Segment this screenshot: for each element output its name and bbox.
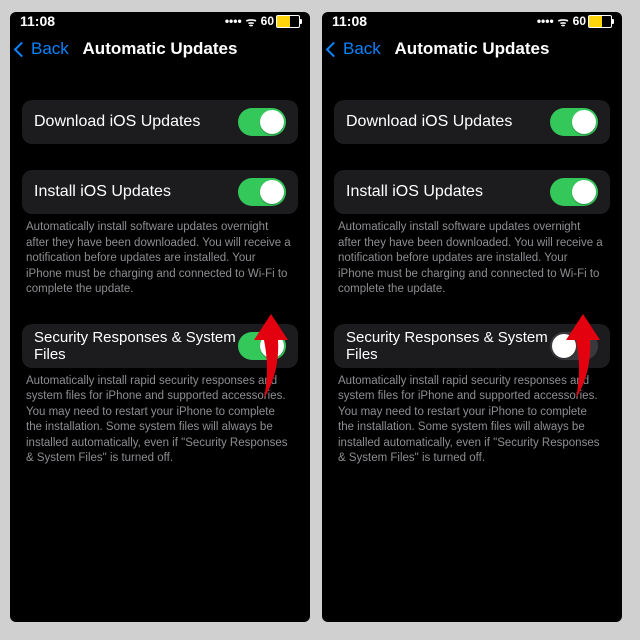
nav-bar: Back Automatic Updates	[322, 30, 622, 68]
nav-bar: Back Automatic Updates	[10, 30, 310, 68]
back-label: Back	[31, 39, 69, 59]
row-install-ios-updates[interactable]: Install iOS Updates	[334, 170, 610, 214]
status-time: 11:08	[332, 13, 367, 29]
toggle-download-ios-updates[interactable]	[238, 108, 286, 136]
screenshot-left: 11:08 •••• ᯤ 60 Back Automatic Updates D…	[10, 12, 310, 622]
install-description: Automatically install software updates o…	[22, 214, 298, 298]
battery-indicator: 60	[261, 14, 300, 28]
row-download-ios-updates[interactable]: Download iOS Updates	[22, 100, 298, 144]
security-description: Automatically install rapid security res…	[22, 368, 298, 467]
battery-icon	[276, 15, 300, 28]
comparison-stage: 11:08 •••• ᯤ 60 Back Automatic Updates D…	[0, 0, 640, 640]
toggle-download-ios-updates[interactable]	[550, 108, 598, 136]
toggle-install-ios-updates[interactable]	[550, 178, 598, 206]
chevron-left-icon	[326, 41, 342, 57]
row-label: Security Responses & System Files	[346, 329, 550, 363]
row-label: Install iOS Updates	[346, 183, 483, 201]
install-description: Automatically install software updates o…	[334, 214, 610, 298]
status-right: •••• ᯤ 60	[225, 13, 300, 30]
back-label: Back	[343, 39, 381, 59]
row-label: Download iOS Updates	[34, 113, 200, 131]
battery-icon	[588, 15, 612, 28]
chevron-left-icon	[14, 41, 30, 57]
battery-indicator: 60	[573, 14, 612, 28]
battery-percent: 60	[573, 14, 586, 28]
status-time: 11:08	[20, 13, 55, 29]
signal-icon: ••••	[225, 14, 242, 28]
status-bar: 11:08 •••• ᯤ 60	[10, 12, 310, 30]
status-right: •••• ᯤ 60	[537, 13, 612, 30]
status-bar: 11:08 •••• ᯤ 60	[322, 12, 622, 30]
battery-percent: 60	[261, 14, 274, 28]
row-label: Download iOS Updates	[346, 113, 512, 131]
back-button[interactable]: Back	[10, 39, 69, 59]
row-download-ios-updates[interactable]: Download iOS Updates	[334, 100, 610, 144]
row-install-ios-updates[interactable]: Install iOS Updates	[22, 170, 298, 214]
settings-content: Download iOS Updates Install iOS Updates…	[322, 68, 622, 467]
wifi-icon: ᯤ	[246, 13, 257, 30]
toggle-install-ios-updates[interactable]	[238, 178, 286, 206]
toggle-security-responses[interactable]	[238, 332, 286, 360]
settings-content: Download iOS Updates Install iOS Updates…	[10, 68, 310, 467]
row-security-responses[interactable]: Security Responses & System Files	[334, 324, 610, 368]
row-security-responses[interactable]: Security Responses & System Files	[22, 324, 298, 368]
wifi-icon: ᯤ	[558, 13, 569, 30]
screenshot-right: 11:08 •••• ᯤ 60 Back Automatic Updates D…	[322, 12, 622, 622]
toggle-security-responses[interactable]	[550, 332, 598, 360]
row-label: Install iOS Updates	[34, 183, 171, 201]
row-label: Security Responses & System Files	[34, 329, 238, 363]
signal-icon: ••••	[537, 14, 554, 28]
back-button[interactable]: Back	[322, 39, 381, 59]
security-description: Automatically install rapid security res…	[334, 368, 610, 467]
